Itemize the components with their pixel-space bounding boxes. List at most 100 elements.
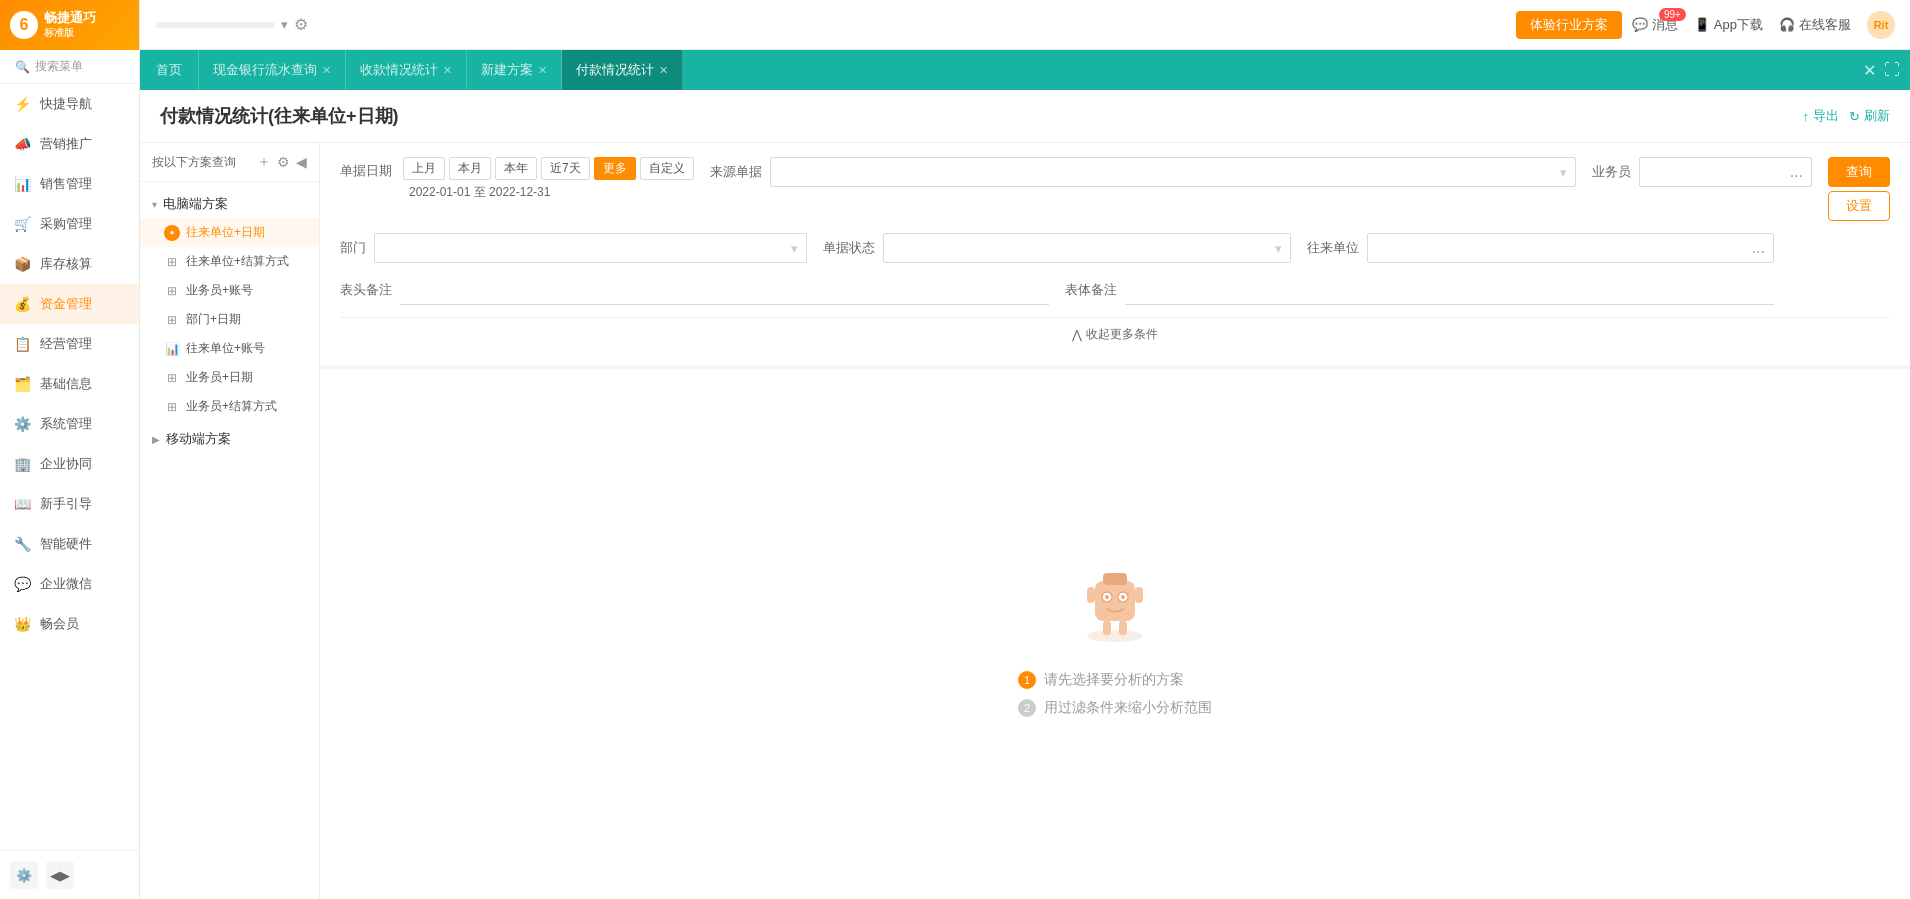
user-avatar[interactable]: Rit (1867, 11, 1895, 39)
dept-select[interactable]: ▾ (374, 233, 807, 263)
tab-payment[interactable]: 付款情况统计 ✕ (562, 50, 683, 90)
date-tab-this-month[interactable]: 本月 (449, 157, 491, 180)
filter-settings-button[interactable]: 设置 (1828, 191, 1890, 221)
sidebar-item-inventory[interactable]: 📦 库存核算 (0, 244, 139, 284)
settings-footer-btn[interactable]: ⚙️ (10, 861, 38, 889)
message-icon: 💬 (1632, 17, 1648, 32)
sidebar-item-sales[interactable]: 📊 销售管理 (0, 164, 139, 204)
scheme-dept-date[interactable]: ⊞ 部门+日期 (140, 305, 319, 334)
query-button[interactable]: 查询 (1828, 157, 1890, 187)
source-select[interactable]: ▾ (770, 157, 1576, 187)
sidebar-item-member[interactable]: 👑 畅会员 (0, 604, 139, 644)
doc-status-select[interactable]: ▾ (883, 233, 1290, 263)
customer-service-btn[interactable]: 🎧 在线客服 (1779, 16, 1851, 34)
account-chevron-icon[interactable]: ▾ (281, 17, 288, 32)
tab-receive[interactable]: 收款情况统计 ✕ (346, 50, 467, 90)
date-tab-this-year[interactable]: 本年 (495, 157, 537, 180)
tab-home[interactable]: 首页 (140, 50, 199, 90)
logo-title: 畅捷通巧 (44, 10, 96, 26)
tab-cashflow-close-icon[interactable]: ✕ (322, 64, 331, 77)
collapse-left-panel-icon[interactable]: ◀ (296, 154, 307, 170)
svg-rect-10 (1119, 621, 1127, 635)
scheme-staff-settle[interactable]: ⊞ 业务员+结算方式 (140, 392, 319, 421)
settings-gear-icon[interactable]: ⚙ (294, 15, 308, 34)
refresh-btn[interactable]: ↻ 刷新 (1849, 107, 1890, 125)
sidebar-item-newbie[interactable]: 📖 新手引导 (0, 484, 139, 524)
date-tab-more[interactable]: 更多 (594, 157, 636, 180)
scheme-staff-settle-label: 业务员+结算方式 (186, 398, 277, 415)
sidebar-item-label: 智能硬件 (40, 535, 92, 553)
sidebar-footer: ⚙️ ◀▶ (0, 850, 139, 899)
quick-nav-icon: ⚡ (12, 94, 32, 114)
sidebar-item-enterprise[interactable]: 🏢 企业协同 (0, 444, 139, 484)
staff-input[interactable]: ... (1639, 157, 1812, 187)
scheme-staff-account[interactable]: ⊞ 业务员+账号 (140, 276, 319, 305)
sidebar-item-quick-nav[interactable]: ⚡ 快捷导航 (0, 84, 139, 124)
tip-num-2: 2 (1018, 699, 1036, 717)
left-panel-icons: ＋ ⚙ ◀ (257, 153, 307, 171)
scheme-staff-account-label: 业务员+账号 (186, 282, 253, 299)
collapse-up-icon: ⋀ (1072, 328, 1082, 342)
tab-new-plan-close-icon[interactable]: ✕ (538, 64, 547, 77)
tab-payment-close-icon[interactable]: ✕ (659, 64, 668, 77)
empty-state-illustration (1065, 551, 1165, 651)
scheme-group-pc-header[interactable]: ▾ 电脑端方案 (140, 190, 319, 218)
sidebar-item-label: 采购管理 (40, 215, 92, 233)
sidebar-item-smart[interactable]: 🔧 智能硬件 (0, 524, 139, 564)
add-scheme-icon[interactable]: ＋ (257, 153, 271, 171)
app-icon: 📱 (1694, 17, 1710, 32)
date-range-display: 2022-01-01 至 2022-12-31 (409, 184, 694, 201)
expand-tab-icon[interactable]: ⛶ (1884, 61, 1900, 79)
partner-dots-icon[interactable]: ... (1752, 239, 1765, 257)
tab-new-plan[interactable]: 新建方案 ✕ (467, 50, 562, 90)
sidebar-item-capital[interactable]: 💰 资金管理 (0, 284, 139, 324)
date-tab-custom[interactable]: 自定义 (640, 157, 694, 180)
collapse-more-btn[interactable]: ⋀ 收起更多条件 (340, 317, 1890, 351)
scheme-unit-date[interactable]: ● 往来单位+日期 (140, 218, 319, 247)
tip-num-1: 1 (1018, 671, 1036, 689)
svg-point-5 (1105, 595, 1109, 599)
sidebar-item-basic-info[interactable]: 🗂️ 基础信息 (0, 364, 139, 404)
collapse-sidebar-btn[interactable]: ◀▶ (46, 861, 74, 889)
messages-btn[interactable]: 💬 消息 99+ (1632, 16, 1678, 34)
scheme-unit-account[interactable]: 📊 往来单位+账号 (140, 334, 319, 363)
sidebar-item-marketing[interactable]: 📣 营销推广 (0, 124, 139, 164)
header-note-input[interactable] (400, 275, 1049, 305)
empty-tip-2: 2 用过滤条件来缩小分析范围 (1018, 699, 1212, 717)
unit-date-icon: ● (164, 225, 180, 241)
dept-date-icon: ⊞ (164, 312, 180, 328)
scheme-unit-settle[interactable]: ⊞ 往来单位+结算方式 (140, 247, 319, 276)
sidebar-item-label: 新手引导 (40, 495, 92, 513)
sidebar-logo: 6 畅捷通巧 标准版 (0, 0, 139, 50)
collapse-label: 收起更多条件 (1086, 326, 1158, 343)
export-label: 导出 (1813, 107, 1839, 125)
app-download-label: App下载 (1714, 16, 1763, 34)
date-tab-7days[interactable]: 近7天 (541, 157, 590, 180)
refresh-label: 刷新 (1864, 107, 1890, 125)
sidebar-item-label: 快捷导航 (40, 95, 92, 113)
date-tab-last-month[interactable]: 上月 (403, 157, 445, 180)
trial-btn[interactable]: 体验行业方案 (1516, 11, 1622, 39)
account-name[interactable] (155, 22, 275, 28)
scheme-staff-date[interactable]: ⊞ 业务员+日期 (140, 363, 319, 392)
refresh-icon: ↻ (1849, 109, 1860, 124)
search-menu[interactable]: 🔍 搜索菜单 (0, 50, 139, 84)
body-note-input[interactable] (1125, 275, 1774, 305)
sidebar-item-operation[interactable]: 📋 经营管理 (0, 324, 139, 364)
partner-input[interactable]: ... (1367, 233, 1774, 263)
scheme-group-mobile-header[interactable]: ▶ 移动端方案 (140, 425, 319, 453)
tab-cashflow[interactable]: 现金银行流水查询 ✕ (199, 50, 346, 90)
close-all-tabs-icon[interactable]: ✕ (1863, 61, 1876, 80)
sidebar-item-weixin[interactable]: 💬 企业微信 (0, 564, 139, 604)
filter-rows: 单据日期 上月 本月 本年 近7天 更多 自定义 (340, 157, 1890, 305)
pc-group-arrow-icon: ▾ (152, 199, 157, 210)
app-download-btn[interactable]: 📱 App下载 (1694, 16, 1763, 34)
sidebar-item-system[interactable]: ⚙️ 系统管理 (0, 404, 139, 444)
export-btn[interactable]: ↑ 导出 (1803, 107, 1840, 125)
page-title: 付款情况统计(往来单位+日期) (160, 104, 399, 128)
purchase-icon: 🛒 (12, 214, 32, 234)
scheme-settings-icon[interactable]: ⚙ (277, 154, 290, 170)
sidebar-item-purchase[interactable]: 🛒 采购管理 (0, 204, 139, 244)
tab-receive-close-icon[interactable]: ✕ (443, 64, 452, 77)
staff-dots-icon[interactable]: ... (1790, 163, 1803, 181)
